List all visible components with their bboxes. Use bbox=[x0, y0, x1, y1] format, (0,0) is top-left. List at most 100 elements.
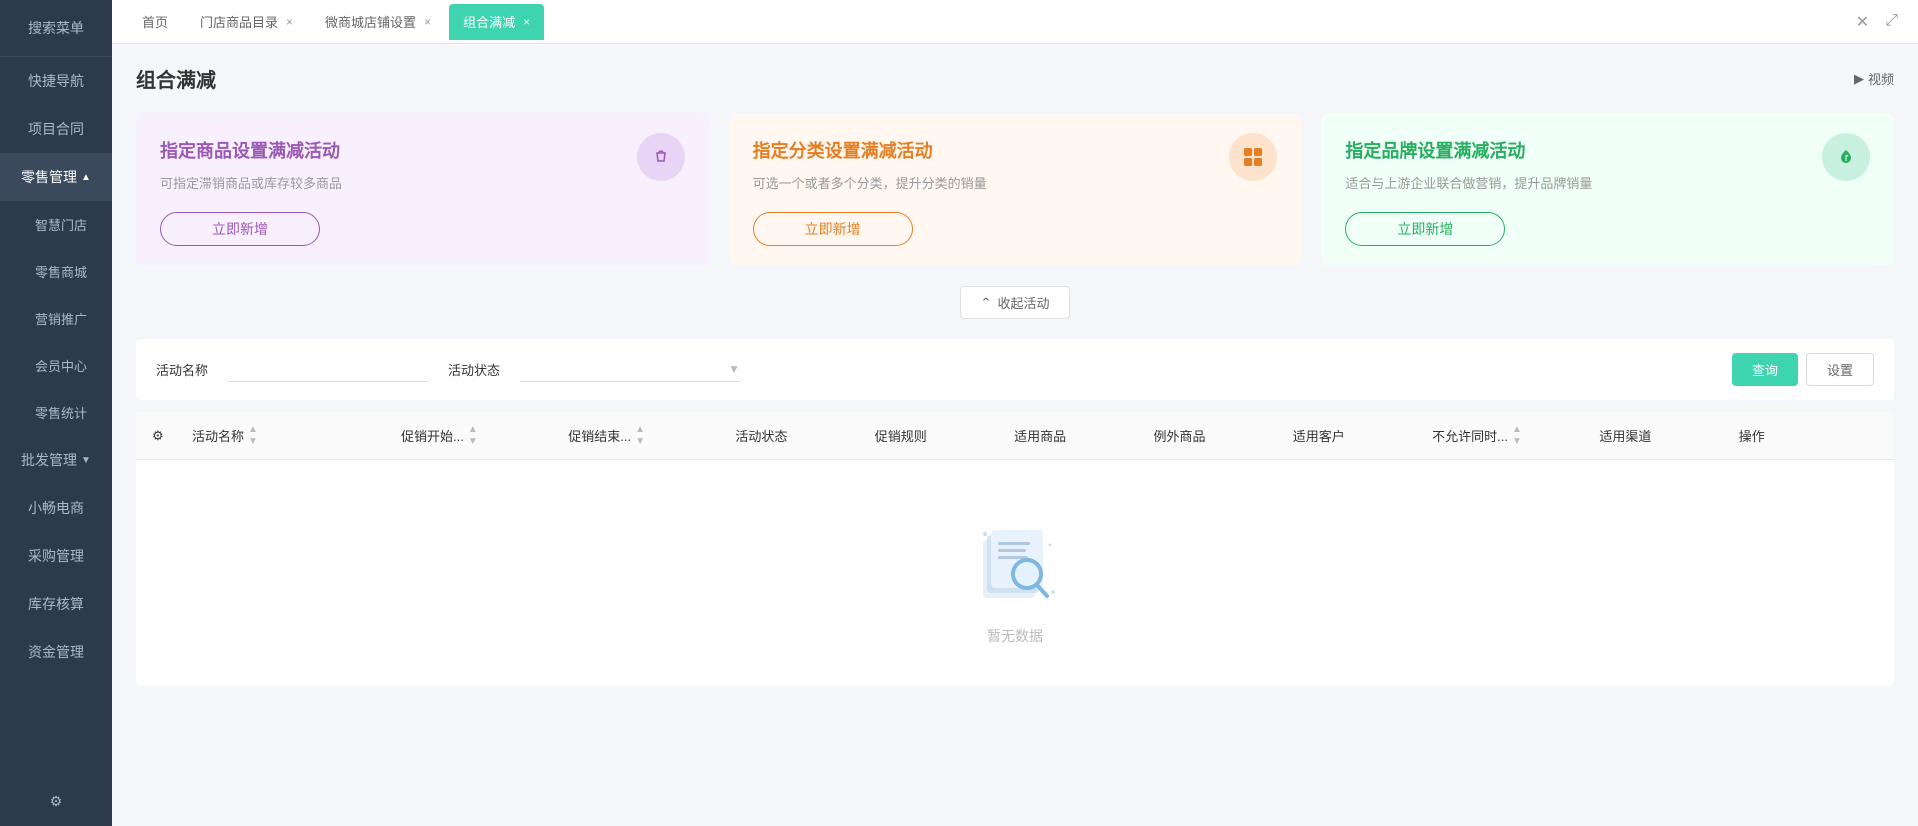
card-goods-title: 指定商品设置满减活动 bbox=[160, 137, 685, 163]
card-brand-title: 指定品牌设置满减活动 bbox=[1345, 137, 1870, 163]
tab-wechat-settings-close[interactable]: × bbox=[424, 15, 431, 29]
tabbar-controls: ✕ ⤢ bbox=[1852, 12, 1902, 32]
filter-status-select[interactable]: 进行中 已结束 未开始 bbox=[520, 362, 728, 377]
chevron-down-icon: ▼ bbox=[81, 455, 91, 466]
chevron-up-icon: ⌃ bbox=[981, 295, 992, 311]
sidebar-item-member-center[interactable]: 会员中心 bbox=[0, 342, 112, 389]
content-area: 组合满减 ▶ 视频 指定商品设置满减活动 可指定滞销商品或库存较多商品 bbox=[112, 44, 1918, 826]
tab-combo-discount-label: 组合满减 bbox=[463, 12, 515, 31]
th-notallow-label: 不允许同时... bbox=[1432, 426, 1508, 445]
filter-status-wrapper: 进行中 已结束 未开始 ▼ bbox=[520, 358, 740, 382]
category-icon bbox=[1229, 133, 1277, 181]
card-category-btn[interactable]: 立即新增 bbox=[753, 212, 913, 246]
card-goods-btn[interactable]: 立即新增 bbox=[160, 212, 320, 246]
th-goods: 适用商品 bbox=[1014, 426, 1153, 445]
tabbar: 首页 门店商品目录 × 微商城店铺设置 × 组合满减 × ✕ ⤢ bbox=[112, 0, 1918, 44]
filter-name-label: 活动名称 bbox=[156, 360, 208, 379]
sidebar-item-retail-mgmt-label: 零售管理 bbox=[21, 167, 77, 187]
sidebar-item-xiaochang-ecom[interactable]: 小畅电商 bbox=[0, 484, 112, 532]
th-end[interactable]: 促销结束... ▲▼ bbox=[568, 424, 735, 447]
card-brand-btn[interactable]: 立即新增 bbox=[1345, 212, 1505, 246]
sort-notallow-icon[interactable]: ▲▼ bbox=[1512, 424, 1522, 447]
chevron-down-icon: ▼ bbox=[728, 362, 740, 376]
window-expand-button[interactable]: ⤢ bbox=[1881, 12, 1902, 32]
tab-store-catalog-close[interactable]: × bbox=[286, 15, 293, 29]
settings-button[interactable]: 设置 bbox=[1806, 353, 1874, 386]
table-header: ⚙ 活动名称 ▲▼ 促销开始... ▲▼ 促销结束... bbox=[136, 412, 1894, 460]
card-brand: 指定品牌设置满减活动 适合与上游企业联合做营销，提升品牌销量 立即新增 bbox=[1321, 113, 1894, 266]
tab-wechat-settings-label: 微商城店铺设置 bbox=[325, 12, 416, 31]
th-except-label: 例外商品 bbox=[1153, 426, 1205, 445]
sidebar-settings-btn[interactable]: ⚙ bbox=[0, 777, 112, 826]
sidebar-search[interactable]: 搜索菜单 bbox=[0, 0, 112, 57]
th-rule-label: 促销规则 bbox=[875, 426, 927, 445]
filter-actions: 查询 设置 bbox=[1732, 353, 1874, 386]
column-settings-icon: ⚙ bbox=[152, 428, 164, 444]
th-status-label: 活动状态 bbox=[735, 426, 787, 445]
sidebar-item-project-contract[interactable]: 项目合同 bbox=[0, 105, 112, 153]
th-end-label: 促销结束... bbox=[568, 426, 631, 445]
sort-name-icon[interactable]: ▲▼ bbox=[248, 424, 258, 447]
sidebar-item-wholesale-mgmt-label: 批发管理 bbox=[21, 450, 77, 470]
th-name-label: 活动名称 bbox=[192, 426, 244, 445]
sidebar-item-quick-nav[interactable]: 快捷导航 bbox=[0, 57, 112, 105]
sidebar-item-fund-mgmt[interactable]: 资金管理 bbox=[0, 628, 112, 676]
th-action: 操作 bbox=[1739, 426, 1878, 445]
th-channel-label: 适用渠道 bbox=[1599, 426, 1651, 445]
card-category: 指定分类设置满减活动 可选一个或者多个分类，提升分类的销量 立即新增 bbox=[729, 113, 1302, 266]
filter-status-label: 活动状态 bbox=[448, 360, 500, 379]
play-icon: ▶ bbox=[1854, 71, 1864, 87]
sidebar-item-retail-stats[interactable]: 零售统计 bbox=[0, 389, 112, 436]
tab-combo-discount[interactable]: 组合满减 × bbox=[449, 4, 544, 40]
tab-home-label: 首页 bbox=[142, 12, 168, 31]
empty-text: 暂无数据 bbox=[136, 626, 1894, 646]
th-rule: 促销规则 bbox=[875, 426, 1014, 445]
sidebar-item-smart-store[interactable]: 智慧门店 bbox=[0, 201, 112, 248]
sort-start-icon[interactable]: ▲▼ bbox=[468, 424, 478, 447]
th-channel: 适用渠道 bbox=[1599, 426, 1738, 445]
page-title: 组合满减 bbox=[136, 64, 216, 93]
collapse-activity-btn[interactable]: ⌃ 收起活动 bbox=[960, 286, 1071, 319]
th-start[interactable]: 促销开始... ▲▼ bbox=[401, 424, 568, 447]
settings-icon: ⚙ bbox=[50, 793, 63, 809]
th-goods-label: 适用商品 bbox=[1014, 426, 1066, 445]
query-button[interactable]: 查询 bbox=[1732, 353, 1798, 386]
sidebar-item-retail-mgmt[interactable]: 零售管理 ▲ bbox=[0, 153, 112, 201]
filter-name-input[interactable] bbox=[228, 358, 428, 382]
tab-home[interactable]: 首页 bbox=[128, 4, 182, 40]
th-notallow[interactable]: 不允许同时... ▲▼ bbox=[1432, 424, 1599, 447]
goods-icon bbox=[637, 133, 685, 181]
th-settings[interactable]: ⚙ bbox=[152, 428, 192, 444]
collapse-btn-label: 收起活动 bbox=[997, 293, 1049, 312]
sort-end-icon[interactable]: ▲▼ bbox=[635, 424, 645, 447]
video-label: 视频 bbox=[1868, 69, 1894, 88]
sidebar-item-marketing[interactable]: 营销推广 bbox=[0, 295, 112, 342]
collapse-bar: ⌃ 收起活动 bbox=[136, 286, 1894, 319]
th-name[interactable]: 活动名称 ▲▼ bbox=[192, 424, 401, 447]
tab-combo-discount-close[interactable]: × bbox=[523, 15, 530, 29]
th-action-label: 操作 bbox=[1739, 426, 1765, 445]
sidebar: 搜索菜单 快捷导航 项目合同 零售管理 ▲ 智慧门店 零售商城 营销推广 会员中… bbox=[0, 0, 112, 826]
empty-icon bbox=[965, 520, 1065, 610]
sidebar-item-purchase-mgmt[interactable]: 采购管理 bbox=[0, 532, 112, 580]
sidebar-item-wholesale-mgmt[interactable]: 批发管理 ▼ bbox=[0, 436, 112, 484]
th-status: 活动状态 bbox=[735, 426, 874, 445]
tab-store-catalog[interactable]: 门店商品目录 × bbox=[186, 4, 307, 40]
card-goods: 指定商品设置满减活动 可指定滞销商品或库存较多商品 立即新增 bbox=[136, 113, 709, 266]
th-start-label: 促销开始... bbox=[401, 426, 464, 445]
card-brand-desc: 适合与上游企业联合做营销，提升品牌销量 bbox=[1345, 173, 1870, 192]
th-except: 例外商品 bbox=[1153, 426, 1292, 445]
window-close-button[interactable]: ✕ bbox=[1852, 12, 1873, 32]
video-link[interactable]: ▶ 视频 bbox=[1854, 69, 1894, 88]
tab-store-catalog-label: 门店商品目录 bbox=[200, 12, 278, 31]
sidebar-item-retail-mall[interactable]: 零售商城 bbox=[0, 248, 112, 295]
tab-wechat-settings[interactable]: 微商城店铺设置 × bbox=[311, 4, 445, 40]
th-customer: 适用客户 bbox=[1293, 426, 1432, 445]
sidebar-item-inventory-calc[interactable]: 库存核算 bbox=[0, 580, 112, 628]
cards-row: 指定商品设置满减活动 可指定滞销商品或库存较多商品 立即新增 指定分类设置满减活… bbox=[136, 113, 1894, 266]
page-header: 组合满减 ▶ 视频 bbox=[136, 64, 1894, 93]
chevron-up-icon: ▲ bbox=[81, 172, 91, 183]
card-category-title: 指定分类设置满减活动 bbox=[753, 137, 1278, 163]
main-area: 首页 门店商品目录 × 微商城店铺设置 × 组合满减 × ✕ ⤢ 组合满减 ▶ … bbox=[112, 0, 1918, 826]
th-customer-label: 适用客户 bbox=[1293, 426, 1345, 445]
